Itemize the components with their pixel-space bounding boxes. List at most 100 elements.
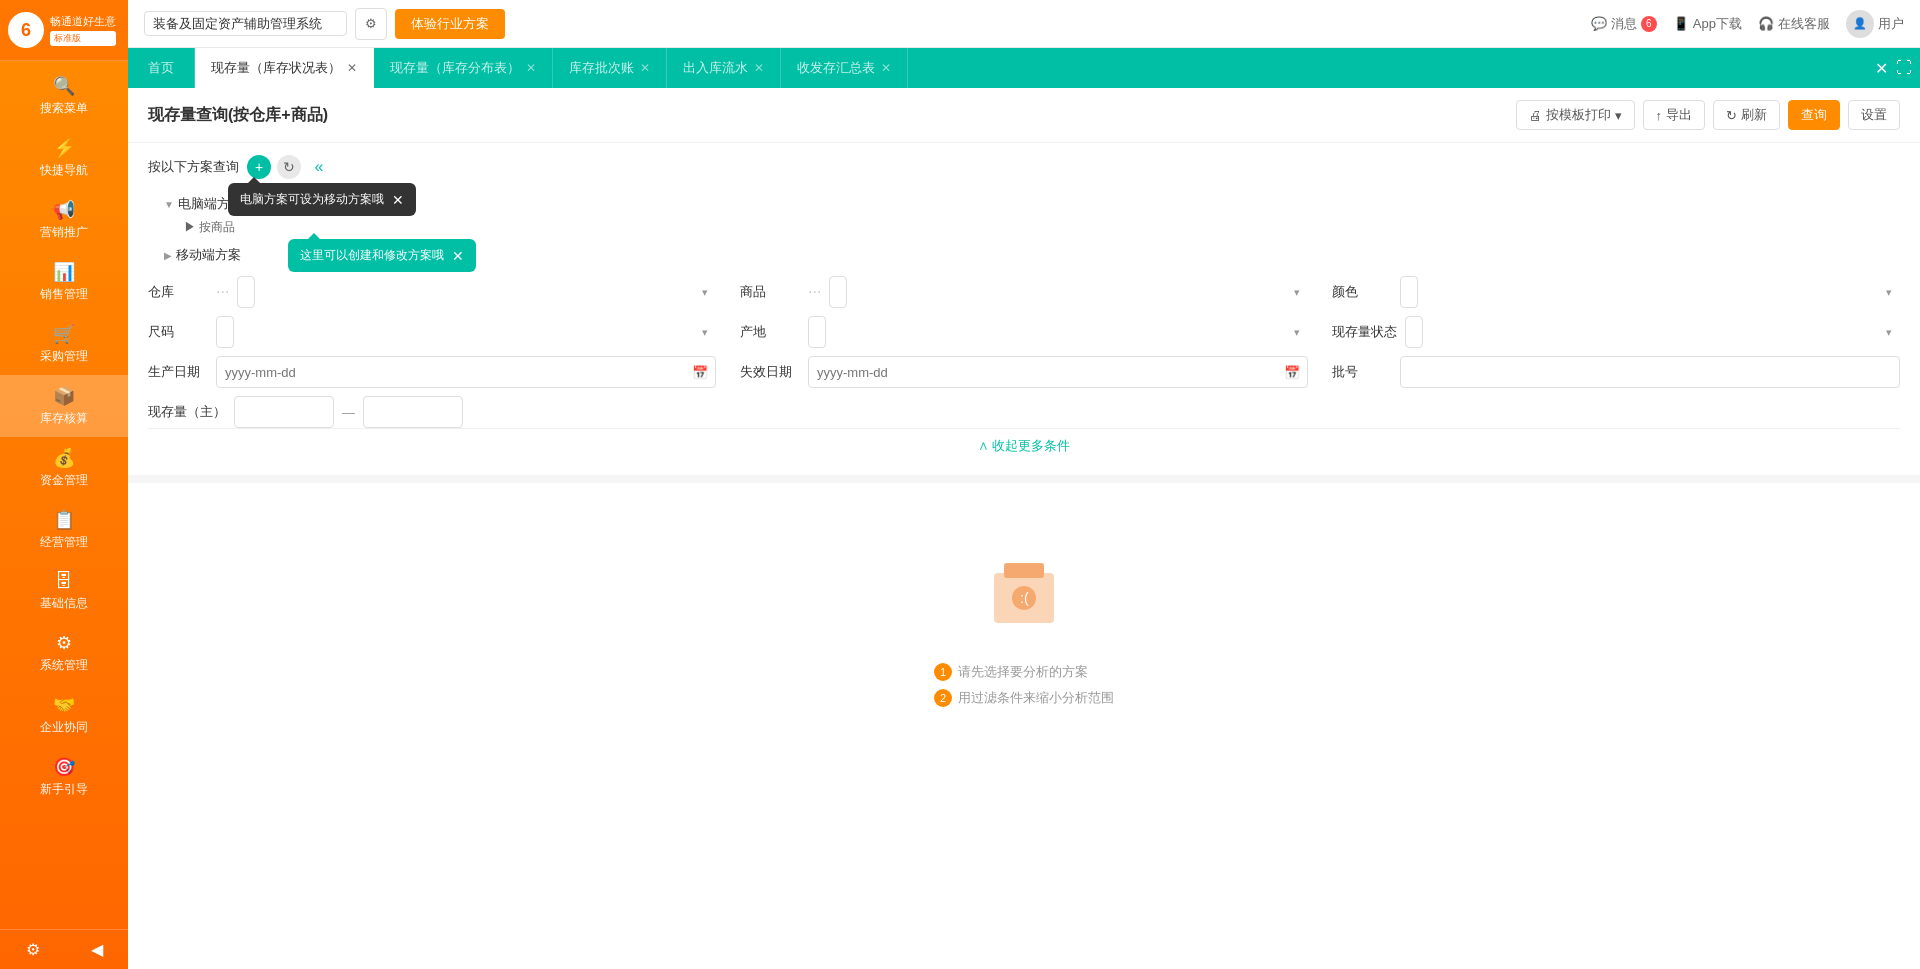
production-date-icon[interactable]: 📅: [692, 365, 708, 380]
content: 现存量查询(按仓库+商品) 🖨 按模板打印 ▾ ↑ 导出 ↻ 刷新 查询: [128, 88, 1920, 969]
tab-inventory-status[interactable]: 现存量（库存状况表） ✕: [195, 48, 374, 88]
scheme-group-desktop-title[interactable]: ▼ 电脑端方案: [164, 191, 1900, 217]
settings-btn[interactable]: 设置: [1848, 100, 1900, 130]
size-select[interactable]: [216, 316, 234, 348]
collapse-arrow-icon: ∧: [978, 438, 989, 453]
expiry-date-input[interactable]: [808, 356, 1308, 388]
tab-home[interactable]: 首页: [128, 48, 195, 88]
inventory-min-input[interactable]: [234, 396, 334, 428]
sidebar-item-purchase[interactable]: 🛒 采购管理: [0, 313, 128, 375]
origin-select-wrapper: [808, 316, 1308, 348]
warehouse-select[interactable]: [237, 276, 255, 308]
tab-bar: 首页 现存量（库存状况表） ✕ 现存量（库存分布表） ✕ 库存批次账 ✕ 出入库…: [128, 48, 1920, 88]
industry-btn[interactable]: 体验行业方案: [395, 9, 505, 39]
top-header-left: 装备及固定资产辅助管理系统 ⚙ 体验行业方案: [144, 8, 505, 40]
filter-label: 按以下方案查询: [148, 158, 239, 176]
collapse-bar[interactable]: ∧ 收起更多条件: [148, 428, 1900, 463]
batch-input[interactable]: [1400, 356, 1900, 388]
print-btn[interactable]: 🖨 按模板打印 ▾: [1516, 100, 1635, 130]
expiry-date-icon[interactable]: 📅: [1284, 365, 1300, 380]
add-scheme-btn[interactable]: +: [247, 155, 271, 179]
logo-icon: 6: [8, 12, 44, 48]
operations-icon: 📋: [53, 509, 75, 531]
support-item[interactable]: 🎧 在线客服: [1758, 15, 1830, 33]
sidebar-item-basic[interactable]: 🗄 基础信息: [0, 561, 128, 622]
production-date-input[interactable]: [216, 356, 716, 388]
tab-maximize-btn[interactable]: ⛶: [1896, 59, 1912, 77]
svg-rect-1: [1004, 563, 1044, 578]
sidebar-item-cooperation[interactable]: 🤝 企业协同: [0, 684, 128, 746]
back-scheme-btn[interactable]: «: [307, 155, 331, 179]
filter-actions: + ↻ «: [247, 155, 331, 179]
sidebar-item-operations[interactable]: 📋 经营管理: [0, 499, 128, 561]
range-separator: —: [342, 405, 355, 420]
app-download-item[interactable]: 📱 App下载: [1673, 15, 1742, 33]
sidebar-item-marketing[interactable]: 📢 营销推广: [0, 189, 128, 251]
origin-select[interactable]: [808, 316, 826, 348]
sidebar-item-newbie[interactable]: 🎯 新手引导: [0, 746, 128, 808]
production-date-label: 生产日期: [148, 363, 208, 381]
sidebar-item-quick[interactable]: ⚡ 快捷导航: [0, 127, 128, 189]
filter-area: 按以下方案查询 + ↻ « 电脑方案可设为移动方案哦 ✕ 这里可以创建和修改方案…: [128, 143, 1920, 475]
sidebar-item-inventory[interactable]: 📦 库存核算: [0, 375, 128, 437]
filter-goods-row: 商品 ···: [740, 276, 1308, 308]
filter-grid-row3: 生产日期 📅 失效日期 📅: [148, 356, 1900, 388]
add-tooltip-close-btn[interactable]: ✕: [392, 192, 404, 208]
color-select[interactable]: [1400, 276, 1418, 308]
collapse-sidebar-btn[interactable]: ◀: [91, 940, 103, 959]
goods-select-wrapper: [829, 276, 1308, 308]
query-btn[interactable]: 查询: [1788, 100, 1840, 130]
scheme-item-goods[interactable]: ▶ 按商品: [184, 217, 1900, 238]
tab-close-inventory-status[interactable]: ✕: [347, 61, 357, 75]
empty-state: :( 1 请先选择要分析的方案 2 用过滤条件来缩小分析范围: [128, 483, 1920, 775]
scheme-group-arrow: ▼: [164, 199, 174, 210]
tab-close-inventory-batch[interactable]: ✕: [640, 61, 650, 75]
export-icon: ↑: [1656, 108, 1663, 123]
sidebar-bottom: ⚙ ◀: [0, 929, 128, 969]
filter-origin-row: 产地: [740, 316, 1308, 348]
sidebar-item-sales[interactable]: 📊 销售管理: [0, 251, 128, 313]
tab-inventory-dist[interactable]: 现存量（库存分布表） ✕: [374, 48, 553, 88]
refresh-scheme-btn[interactable]: ↻: [277, 155, 301, 179]
message-icon: 💬: [1591, 16, 1607, 31]
export-btn[interactable]: ↑ 导出: [1643, 100, 1706, 130]
tab-close-all-btn[interactable]: ✕: [1875, 59, 1888, 78]
scheme-group-mobile-arrow: ▶: [164, 250, 172, 261]
refresh-btn[interactable]: ↻ 刷新: [1713, 100, 1780, 130]
filter-production-date-row: 生产日期 📅: [148, 356, 716, 388]
tab-close-inout-flow[interactable]: ✕: [754, 61, 764, 75]
tab-inventory-batch[interactable]: 库存批次账 ✕: [553, 48, 667, 88]
size-label: 尺码: [148, 323, 208, 341]
page-header-actions: 🖨 按模板打印 ▾ ↑ 导出 ↻ 刷新 查询 设置: [1516, 100, 1901, 130]
tab-collect-summary[interactable]: 收发存汇总表 ✕: [781, 48, 908, 88]
goods-select[interactable]: [829, 276, 847, 308]
filter-color-row: 颜色: [1332, 276, 1900, 308]
user-item[interactable]: 👤 用户: [1846, 10, 1904, 38]
tab-close-inventory-dist[interactable]: ✕: [526, 61, 536, 75]
edit-tip-close-btn[interactable]: ✕: [452, 248, 464, 264]
filter-batch-row: 批号: [1332, 356, 1900, 388]
sidebar-item-system[interactable]: ⚙ 系统管理: [0, 622, 128, 684]
warehouse-label: 仓库: [148, 283, 208, 301]
filter-grid-row1: 仓库 ··· 商品 ···: [148, 276, 1900, 308]
sidebar-item-search[interactable]: 🔍 搜索菜单: [0, 65, 128, 127]
system-select[interactable]: 装备及固定资产辅助管理系统: [144, 11, 347, 36]
inventory-max-input[interactable]: [363, 396, 463, 428]
cooperation-icon: 🤝: [53, 694, 75, 716]
gear-button[interactable]: ⚙: [355, 8, 387, 40]
edit-scheme-tip: 这里可以创建和修改方案哦 ✕: [288, 239, 476, 272]
message-item[interactable]: 💬 消息 6: [1591, 15, 1657, 33]
goods-dots: ···: [808, 283, 821, 301]
gear-icon: ⚙: [365, 16, 377, 31]
sidebar-item-finance[interactable]: 💰 资金管理: [0, 437, 128, 499]
filter-inventory-status-row: 现存量状态: [1332, 316, 1900, 348]
filter-header: 按以下方案查询 + ↻ « 电脑方案可设为移动方案哦 ✕: [148, 155, 1900, 179]
inventory-status-select[interactable]: [1405, 316, 1423, 348]
tab-close-collect-summary[interactable]: ✕: [881, 61, 891, 75]
filter-size-row: 尺码: [148, 316, 716, 348]
settings-bottom-btn[interactable]: ⚙: [26, 940, 40, 959]
warehouse-select-wrapper: [237, 276, 716, 308]
top-header-right: 💬 消息 6 📱 App下载 🎧 在线客服 👤 用户: [1591, 10, 1904, 38]
logo-text: 畅通道好生意 标准版: [50, 14, 116, 45]
tab-inout-flow[interactable]: 出入库流水 ✕: [667, 48, 781, 88]
